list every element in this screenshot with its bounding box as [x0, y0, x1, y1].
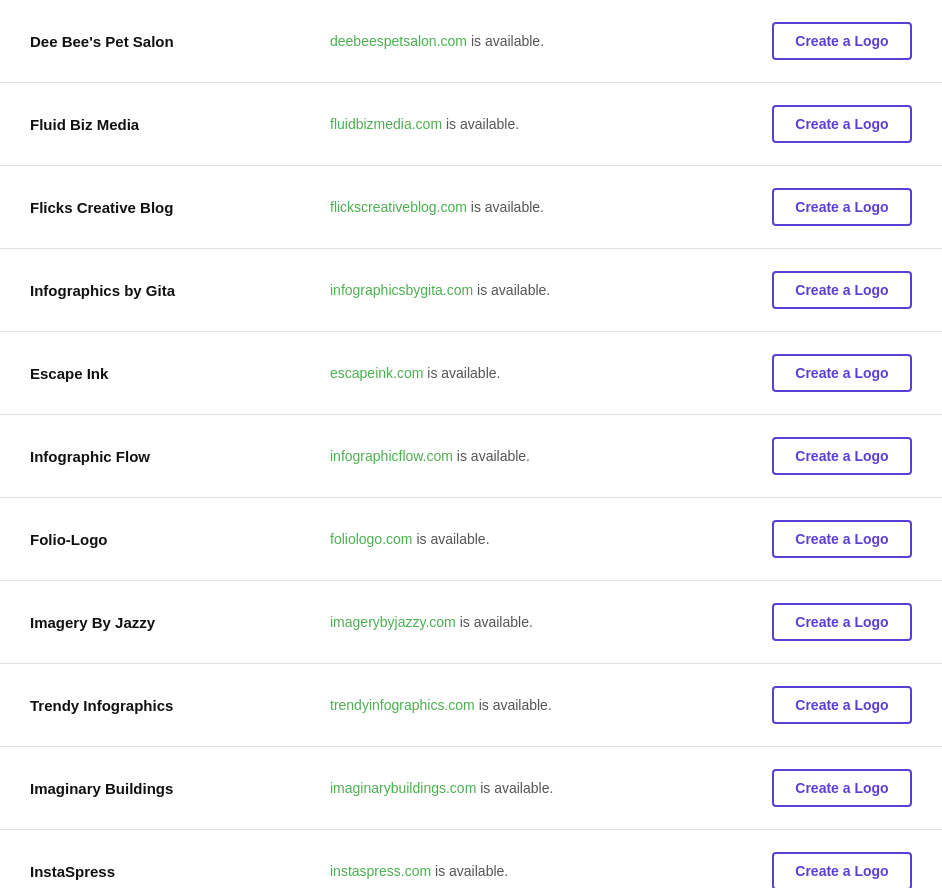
domain-link[interactable]: infographicflow.com — [330, 448, 453, 464]
domain-available-text: is available. — [467, 33, 544, 49]
create-logo-button[interactable]: Create a Logo — [772, 271, 912, 309]
create-logo-button[interactable]: Create a Logo — [772, 188, 912, 226]
business-name: Trendy Infographics — [30, 697, 310, 714]
list-item: Flicks Creative Blogflickscreativeblog.c… — [0, 166, 942, 249]
create-logo-button[interactable]: Create a Logo — [772, 354, 912, 392]
create-logo-button[interactable]: Create a Logo — [772, 520, 912, 558]
business-name: InstaSpress — [30, 863, 310, 880]
domain-info: flickscreativeblog.com is available. — [310, 199, 772, 215]
create-logo-button[interactable]: Create a Logo — [772, 852, 912, 888]
domain-available-text: is available. — [431, 863, 508, 879]
domain-info: fluidbizmedia.com is available. — [310, 116, 772, 132]
domain-info: escapeink.com is available. — [310, 365, 772, 381]
domain-available-text: is available. — [476, 780, 553, 796]
domain-link[interactable]: trendyinfographics.com — [330, 697, 475, 713]
domain-link[interactable]: imaginarybuildings.com — [330, 780, 476, 796]
domain-info: imagerybyjazzy.com is available. — [310, 614, 772, 630]
domain-available-text: is available. — [423, 365, 500, 381]
domain-info: foliologo.com is available. — [310, 531, 772, 547]
domain-info: imaginarybuildings.com is available. — [310, 780, 772, 796]
domain-info: deebeespetsalon.com is available. — [310, 33, 772, 49]
list-item: Escape Inkescapeink.com is available.Cre… — [0, 332, 942, 415]
domain-link[interactable]: infographicsbygita.com — [330, 282, 473, 298]
list-item: Folio-Logofoliologo.com is available.Cre… — [0, 498, 942, 581]
business-list: Dee Bee's Pet Salondeebeespetsalon.com i… — [0, 0, 942, 888]
domain-info: instaspress.com is available. — [310, 863, 772, 879]
domain-available-text: is available. — [413, 531, 490, 547]
business-name: Infographics by Gita — [30, 282, 310, 299]
business-name: Folio-Logo — [30, 531, 310, 548]
list-item: Infographic Flowinfographicflow.com is a… — [0, 415, 942, 498]
create-logo-button[interactable]: Create a Logo — [772, 686, 912, 724]
create-logo-button[interactable]: Create a Logo — [772, 105, 912, 143]
list-item: Fluid Biz Mediafluidbizmedia.com is avai… — [0, 83, 942, 166]
business-name: Infographic Flow — [30, 448, 310, 465]
domain-available-text: is available. — [475, 697, 552, 713]
domain-link[interactable]: instaspress.com — [330, 863, 431, 879]
create-logo-button[interactable]: Create a Logo — [772, 437, 912, 475]
domain-link[interactable]: foliologo.com — [330, 531, 413, 547]
domain-available-text: is available. — [456, 614, 533, 630]
business-name: Imaginary Buildings — [30, 780, 310, 797]
business-name: Flicks Creative Blog — [30, 199, 310, 216]
list-item: Trendy Infographicstrendyinfographics.co… — [0, 664, 942, 747]
business-name: Imagery By Jazzy — [30, 614, 310, 631]
create-logo-button[interactable]: Create a Logo — [772, 603, 912, 641]
domain-link[interactable]: flickscreativeblog.com — [330, 199, 467, 215]
domain-available-text: is available. — [473, 282, 550, 298]
domain-available-text: is available. — [453, 448, 530, 464]
business-name: Escape Ink — [30, 365, 310, 382]
domain-link[interactable]: deebeespetsalon.com — [330, 33, 467, 49]
domain-info: infographicflow.com is available. — [310, 448, 772, 464]
domain-info: trendyinfographics.com is available. — [310, 697, 772, 713]
domain-available-text: is available. — [467, 199, 544, 215]
domain-link[interactable]: imagerybyjazzy.com — [330, 614, 456, 630]
domain-link[interactable]: fluidbizmedia.com — [330, 116, 442, 132]
domain-link[interactable]: escapeink.com — [330, 365, 423, 381]
list-item: Imagery By Jazzyimagerybyjazzy.com is av… — [0, 581, 942, 664]
business-name: Dee Bee's Pet Salon — [30, 33, 310, 50]
create-logo-button[interactable]: Create a Logo — [772, 769, 912, 807]
domain-available-text: is available. — [442, 116, 519, 132]
list-item: InstaSpressinstaspress.com is available.… — [0, 830, 942, 888]
list-item: Dee Bee's Pet Salondeebeespetsalon.com i… — [0, 0, 942, 83]
create-logo-button[interactable]: Create a Logo — [772, 22, 912, 60]
business-name: Fluid Biz Media — [30, 116, 310, 133]
list-item: Infographics by Gitainfographicsbygita.c… — [0, 249, 942, 332]
domain-info: infographicsbygita.com is available. — [310, 282, 772, 298]
list-item: Imaginary Buildingsimaginarybuildings.co… — [0, 747, 942, 830]
